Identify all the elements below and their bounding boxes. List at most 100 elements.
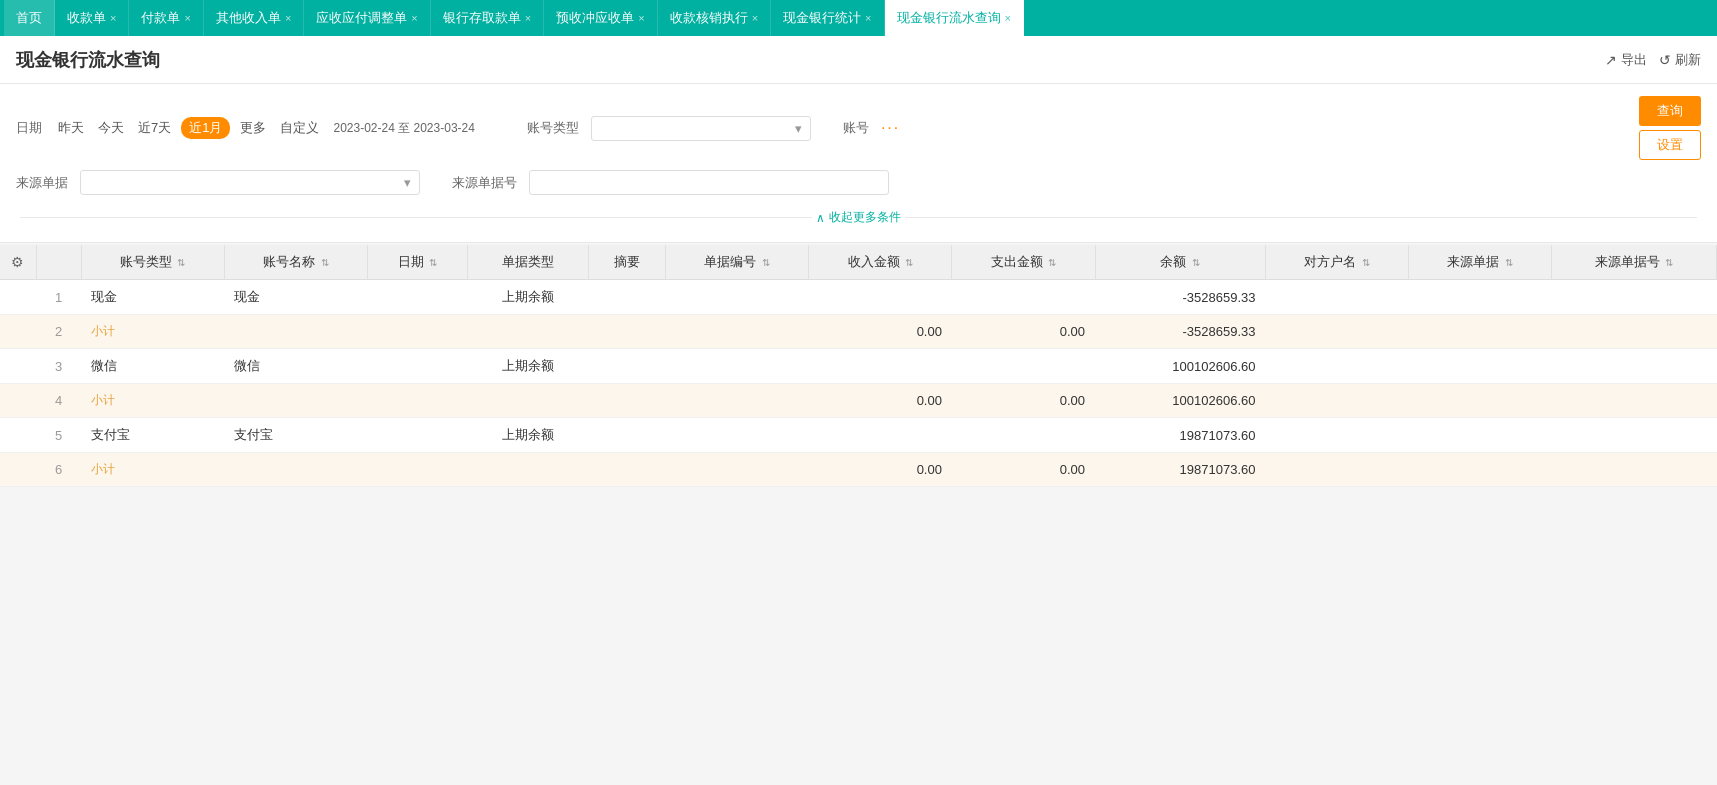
cell-balance: 19871073.60 [1095, 418, 1265, 453]
date-btn-custom[interactable]: 自定义 [276, 117, 323, 139]
date-btn-1month[interactable]: 近1月 [181, 117, 230, 139]
cell-income [809, 280, 952, 315]
cell-gear [0, 349, 36, 384]
column-date[interactable]: 日期 ⇅ [367, 245, 467, 280]
nav-tab-现金银行流水查询[interactable]: 现金银行流水查询× [885, 0, 1024, 36]
source-doc-no-label: 来源单据号 [452, 174, 517, 192]
close-icon[interactable]: × [110, 12, 116, 24]
query-button[interactable]: 查询 [1639, 96, 1701, 126]
cell-account-type: 支付宝 [81, 418, 224, 453]
cell-summary [588, 280, 666, 315]
settings-button[interactable]: 设置 [1639, 130, 1701, 160]
cell-account-type: 小计 [81, 453, 224, 487]
action-buttons: 查询 设置 [1639, 96, 1701, 160]
filter-section: 日期 昨天 今天 近7天 近1月 更多 自定义 2023-02-24 至 202… [0, 84, 1717, 243]
nav-tab-银行存取款单[interactable]: 银行存取款单× [431, 0, 544, 36]
close-icon[interactable]: × [1005, 12, 1011, 24]
account-label: 账号 [843, 119, 869, 137]
cell-summary [588, 349, 666, 384]
column-account-name[interactable]: 账号名称 ⇅ [224, 245, 367, 280]
sort-icon: ⇅ [177, 257, 185, 268]
column-doc-no[interactable]: 单据编号 ⇅ [666, 245, 809, 280]
column-income[interactable]: 收入金额 ⇅ [809, 245, 952, 280]
close-icon[interactable]: × [865, 12, 871, 24]
header-actions: ↗ 导出 ↺ 刷新 [1605, 51, 1701, 69]
refresh-button[interactable]: ↺ 刷新 [1659, 51, 1701, 69]
sort-icon-7: ⇅ [1192, 257, 1200, 268]
cell-balance: -3528659.33 [1095, 315, 1265, 349]
cell-doc-type: 上期余额 [467, 349, 588, 384]
close-icon[interactable]: × [638, 12, 644, 24]
account-ellipsis-button[interactable]: ··· [881, 119, 900, 137]
nav-tab-预收冲应收单[interactable]: 预收冲应收单× [544, 0, 657, 36]
cell-account-name: 现金 [224, 280, 367, 315]
collapse-bar[interactable]: ∧ 收起更多条件 [16, 205, 1701, 230]
cell-date [367, 349, 467, 384]
cell-account-name [224, 453, 367, 487]
cell-income [809, 418, 952, 453]
cell-counterparty [1266, 418, 1409, 453]
close-icon[interactable]: × [184, 12, 190, 24]
column-balance[interactable]: 余额 ⇅ [1095, 245, 1265, 280]
column-source-doc-no[interactable]: 来源单据号 ⇅ [1552, 245, 1717, 280]
nav-tab-收款核销执行[interactable]: 收款核销执行× [658, 0, 771, 36]
date-btn-today[interactable]: 今天 [94, 117, 128, 139]
cell-balance: 19871073.60 [1095, 453, 1265, 487]
column-expense[interactable]: 支出金额 ⇅ [952, 245, 1095, 280]
cell-date [367, 384, 467, 418]
close-icon[interactable]: × [411, 12, 417, 24]
cell-date [367, 280, 467, 315]
cell-summary [588, 315, 666, 349]
source-doc-select[interactable]: ▾ [80, 170, 420, 195]
cell-counterparty [1266, 453, 1409, 487]
export-button[interactable]: ↗ 导出 [1605, 51, 1647, 69]
column-counterparty[interactable]: 对方户名 ⇅ [1266, 245, 1409, 280]
date-btn-more[interactable]: 更多 [236, 117, 270, 139]
column-index [36, 245, 81, 280]
chevron-down-icon: ▾ [795, 121, 802, 136]
nav-tab-首页[interactable]: 首页 [4, 0, 55, 36]
gear-icon[interactable]: ⚙ [11, 254, 24, 270]
sort-icon-3: ⇅ [429, 257, 437, 268]
collapse-up-icon: ∧ [816, 211, 825, 225]
cell-doc-no [666, 349, 809, 384]
nav-tab-其他收入单[interactable]: 其他收入单× [204, 0, 304, 36]
column-account-type[interactable]: 账号类型 ⇅ [81, 245, 224, 280]
nav-tab-收款单[interactable]: 收款单× [55, 0, 129, 36]
cell-income: 0.00 [809, 315, 952, 349]
close-icon[interactable]: × [525, 12, 531, 24]
cell-income [809, 349, 952, 384]
filter-row-1: 日期 昨天 今天 近7天 近1月 更多 自定义 2023-02-24 至 202… [16, 96, 1701, 160]
cell-balance: 100102606.60 [1095, 349, 1265, 384]
cell-account-name [224, 315, 367, 349]
date-btn-yesterday[interactable]: 昨天 [54, 117, 88, 139]
column-gear[interactable]: ⚙ [0, 245, 36, 280]
cell-source-doc-no [1552, 315, 1717, 349]
close-icon[interactable]: × [752, 12, 758, 24]
close-icon[interactable]: × [285, 12, 291, 24]
cell-account-type: 小计 [81, 315, 224, 349]
cell-counterparty [1266, 349, 1409, 384]
cell-index: 4 [36, 384, 81, 418]
account-type-select[interactable]: ▾ [591, 116, 811, 141]
nav-tab-付款单[interactable]: 付款单× [129, 0, 203, 36]
table-row: 6 小计 0.00 0.00 19871073.60 [0, 453, 1717, 487]
cell-counterparty [1266, 280, 1409, 315]
export-label: 导出 [1621, 51, 1647, 69]
page-title: 现金银行流水查询 [16, 48, 160, 72]
cell-balance: -3528659.33 [1095, 280, 1265, 315]
cell-doc-type: 上期余额 [467, 280, 588, 315]
cell-source-doc-no [1552, 349, 1717, 384]
date-shortcuts: 昨天 今天 近7天 近1月 更多 自定义 2023-02-24 至 2023-0… [54, 117, 475, 139]
column-source-doc[interactable]: 来源单据 ⇅ [1409, 245, 1552, 280]
cell-source-doc-no [1552, 453, 1717, 487]
cell-doc-no [666, 418, 809, 453]
cell-date [367, 315, 467, 349]
source-doc-no-input[interactable] [529, 170, 889, 195]
cell-index: 3 [36, 349, 81, 384]
nav-tab-应收应付调整单[interactable]: 应收应付调整单× [304, 0, 430, 36]
nav-tab-现金银行统计[interactable]: 现金银行统计× [771, 0, 884, 36]
date-btn-7days[interactable]: 近7天 [134, 117, 175, 139]
table-row: 3 微信 微信 上期余额 100102606.60 [0, 349, 1717, 384]
cell-expense [952, 349, 1095, 384]
